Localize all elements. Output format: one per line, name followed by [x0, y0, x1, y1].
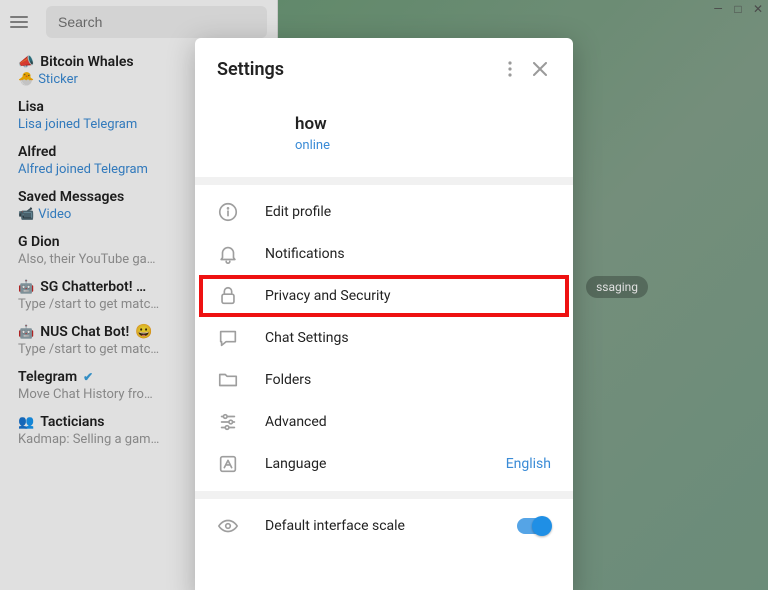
close-icon [533, 62, 547, 76]
menu-item-label: Default interface scale [265, 518, 491, 534]
menu-item-language[interactable]: Language English [195, 443, 573, 485]
menu-item-notifications[interactable]: Notifications [195, 233, 573, 275]
section-separator [195, 491, 573, 499]
menu-item-advanced[interactable]: Advanced [195, 401, 573, 443]
profile-name: how [295, 114, 551, 134]
settings-menu-list: Edit profile Notifications Privacy and Sec… [195, 185, 573, 491]
chat-icon [217, 327, 239, 349]
profile-status: online [295, 138, 551, 153]
bell-icon [217, 243, 239, 265]
more-menu-button[interactable] [495, 54, 525, 84]
settings-modal: Settings how online Edit profile Notifica… [195, 38, 573, 590]
sliders-icon [217, 411, 239, 433]
menu-item-folders[interactable]: Folders [195, 359, 573, 401]
menu-item-label: Folders [265, 372, 551, 388]
section-separator [195, 177, 573, 185]
info-icon [217, 201, 239, 223]
menu-item-edit[interactable]: Edit profile [195, 191, 573, 233]
menu-item-scale[interactable]: Default interface scale [195, 505, 573, 547]
profile-section: how online [195, 96, 573, 177]
menu-item-label: Edit profile [265, 204, 551, 220]
modal-title: Settings [217, 59, 495, 80]
scale-toggle[interactable] [517, 518, 551, 534]
menu-item-chat[interactable]: Chat Settings [195, 317, 573, 359]
menu-item-privacy[interactable]: Privacy and Security [195, 275, 573, 317]
menu-item-label: Chat Settings [265, 330, 551, 346]
menu-item-extra: English [506, 456, 551, 472]
lock-icon [217, 285, 239, 307]
menu-item-label: Advanced [265, 414, 551, 430]
lang-icon [217, 453, 239, 475]
menu-item-label: Language [265, 456, 480, 472]
menu-item-label: Notifications [265, 246, 551, 262]
close-button[interactable] [525, 54, 555, 84]
settings-scale-section: Default interface scale [195, 499, 573, 553]
folder-icon [217, 369, 239, 391]
eye-icon [217, 515, 239, 537]
menu-item-label: Privacy and Security [265, 288, 551, 304]
modal-header: Settings [195, 38, 573, 96]
more-vertical-icon [508, 61, 512, 77]
